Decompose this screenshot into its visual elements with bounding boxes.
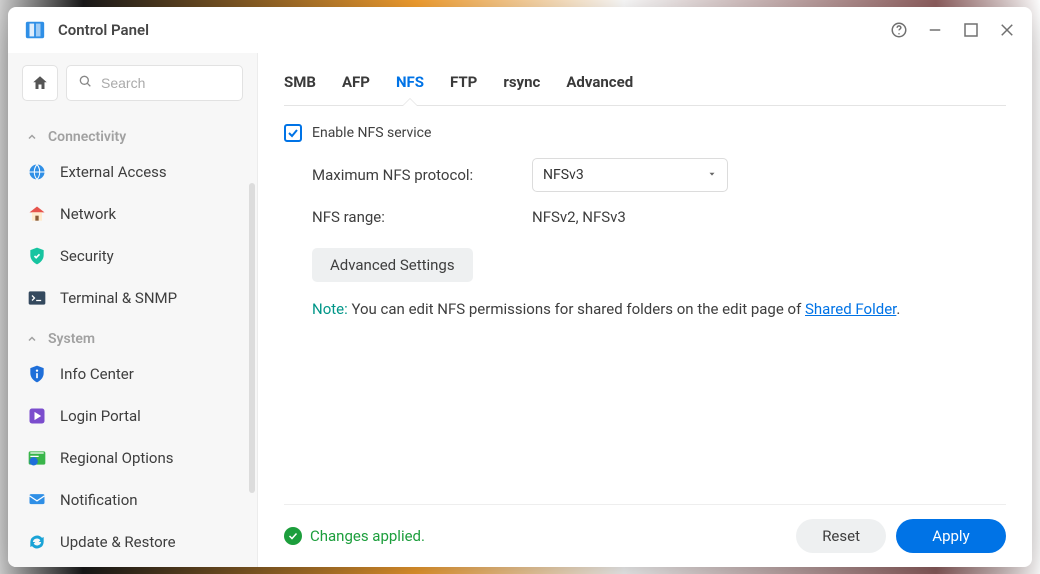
network-icon xyxy=(26,203,48,225)
sidebar-item-label: Notification xyxy=(60,491,138,509)
sidebar-item-security[interactable]: Security xyxy=(8,235,257,277)
chevron-up-icon xyxy=(26,333,38,345)
app-icon xyxy=(24,19,46,41)
titlebar: Control Panel xyxy=(8,7,1032,53)
enable-nfs-row: Enable NFS service xyxy=(284,124,1006,142)
content-pane: SMB AFP NFS FTP rsync Advanced Enable NF… xyxy=(258,53,1032,567)
update-icon xyxy=(26,531,48,553)
max-proto-row: Maximum NFS protocol: NFSv3 xyxy=(312,158,1006,192)
shared-folder-link[interactable]: Shared Folder xyxy=(805,300,896,318)
reset-button[interactable]: Reset xyxy=(796,519,886,553)
sidebar-item-label: Info Center xyxy=(60,365,134,383)
section-title: System xyxy=(48,331,95,347)
note-end: . xyxy=(896,300,900,318)
nfs-panel: Enable NFS service Maximum NFS protocol:… xyxy=(284,106,1006,504)
sidebar-item-notification[interactable]: Notification xyxy=(8,479,257,521)
section-title: Connectivity xyxy=(48,129,126,145)
minimize-icon[interactable] xyxy=(926,21,944,39)
sidebar-item-network[interactable]: Network xyxy=(8,193,257,235)
login-icon xyxy=(26,405,48,427)
section-connectivity[interactable]: Connectivity xyxy=(8,117,257,151)
sidebar-item-terminal[interactable]: Terminal & SNMP xyxy=(8,277,257,319)
enable-nfs-label: Enable NFS service xyxy=(312,125,431,141)
sidebar-item-regional[interactable]: Regional Options xyxy=(8,437,257,479)
tab-advanced[interactable]: Advanced xyxy=(566,73,633,105)
chevron-down-icon xyxy=(707,167,717,183)
window-title: Control Panel xyxy=(58,21,878,39)
search-icon xyxy=(77,73,93,93)
section-system[interactable]: System xyxy=(8,319,257,353)
tab-rsync[interactable]: rsync xyxy=(503,73,540,105)
sidebar-item-label: Update & Restore xyxy=(60,533,176,551)
window: Control Panel C xyxy=(8,7,1032,567)
sidebar-item-label: Security xyxy=(60,247,114,265)
search-row xyxy=(8,53,257,107)
close-icon[interactable] xyxy=(998,21,1016,39)
tabs: SMB AFP NFS FTP rsync Advanced xyxy=(284,53,1006,106)
sidebar-item-external-access[interactable]: External Access xyxy=(8,151,257,193)
sidebar: Connectivity External Access Network Sec… xyxy=(8,53,258,567)
sidebar-item-label: Network xyxy=(60,205,116,223)
tab-ftp[interactable]: FTP xyxy=(450,73,477,105)
chevron-up-icon xyxy=(26,131,38,143)
sidebar-item-label: External Access xyxy=(60,163,167,181)
home-button[interactable] xyxy=(22,65,58,101)
window-controls xyxy=(890,21,1016,39)
footer: Changes applied. Reset Apply xyxy=(284,504,1006,567)
nfs-range-label: NFS range: xyxy=(312,208,532,226)
tab-afp[interactable]: AFP xyxy=(342,73,370,105)
nav-list[interactable]: Connectivity External Access Network Sec… xyxy=(8,107,257,567)
enable-nfs-checkbox[interactable] xyxy=(284,124,302,142)
nfs-range-row: NFS range: NFSv2, NFSv3 xyxy=(312,208,1006,226)
advanced-settings-button[interactable]: Advanced Settings xyxy=(312,248,473,282)
sidebar-item-login-portal[interactable]: Login Portal xyxy=(8,395,257,437)
status: Changes applied. xyxy=(284,527,786,545)
sidebar-item-label: Login Portal xyxy=(60,407,141,425)
globe-icon xyxy=(26,161,48,183)
max-proto-label: Maximum NFS protocol: xyxy=(312,166,532,184)
tab-nfs[interactable]: NFS xyxy=(396,73,424,105)
apply-button[interactable]: Apply xyxy=(896,519,1006,553)
max-proto-select[interactable]: NFSv3 xyxy=(532,158,728,192)
search-box[interactable] xyxy=(66,65,243,101)
maximize-icon[interactable] xyxy=(962,21,980,39)
shield-icon xyxy=(26,245,48,267)
info-icon xyxy=(26,363,48,385)
success-icon xyxy=(284,527,302,545)
sidebar-item-info-center[interactable]: Info Center xyxy=(8,353,257,395)
sidebar-item-label: Terminal & SNMP xyxy=(60,289,177,307)
status-text: Changes applied. xyxy=(310,527,425,545)
select-value: NFSv3 xyxy=(543,167,584,183)
note-label: Note: xyxy=(312,300,348,318)
terminal-icon xyxy=(26,287,48,309)
regional-icon xyxy=(26,447,48,469)
main-area: Connectivity External Access Network Sec… xyxy=(8,53,1032,567)
sidebar-item-update-restore[interactable]: Update & Restore xyxy=(8,521,257,563)
note-text: You can edit NFS permissions for shared … xyxy=(348,300,805,318)
search-input[interactable] xyxy=(101,75,232,91)
nfs-range-value: NFSv2, NFSv3 xyxy=(532,208,762,226)
help-icon[interactable] xyxy=(890,21,908,39)
sidebar-item-label: Regional Options xyxy=(60,449,174,467)
tab-smb[interactable]: SMB xyxy=(284,73,316,105)
nfs-note: Note: You can edit NFS permissions for s… xyxy=(312,300,1006,318)
notification-icon xyxy=(26,489,48,511)
